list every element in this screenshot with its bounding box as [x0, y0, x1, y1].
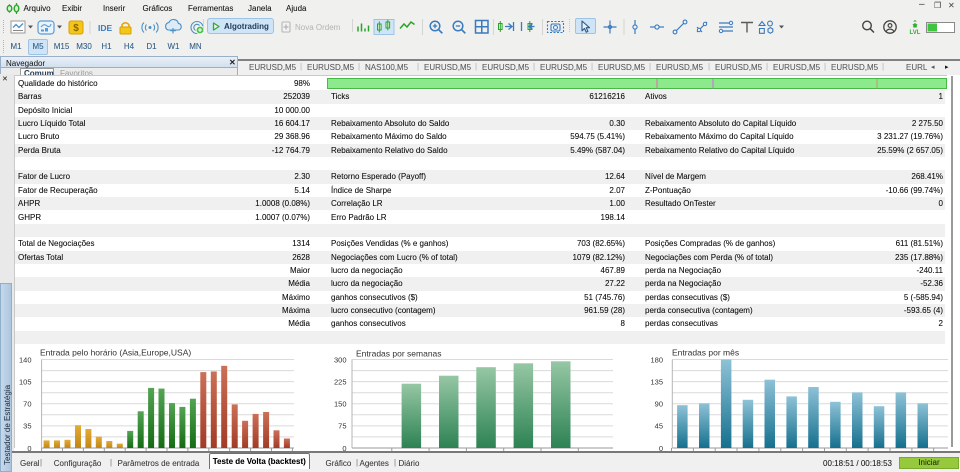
- svg-text:135: 135: [650, 377, 663, 386]
- svg-text:90: 90: [655, 400, 663, 409]
- svg-text:Entrada pelo horário (Asia,Eur: Entrada pelo horário (Asia,Europe,USA): [40, 348, 191, 358]
- svg-text:Entradas por mês: Entradas por mês: [672, 348, 739, 358]
- svg-text:180: 180: [650, 355, 663, 364]
- svg-text:75: 75: [338, 422, 346, 431]
- svg-text:45: 45: [655, 422, 663, 431]
- svg-text:70: 70: [23, 400, 31, 409]
- svg-text:35: 35: [23, 422, 31, 431]
- svg-text:105: 105: [19, 377, 32, 386]
- svg-text:140: 140: [19, 355, 32, 364]
- svg-text:150: 150: [334, 400, 347, 409]
- svg-text:Entradas por semanas: Entradas por semanas: [356, 349, 442, 359]
- svg-text:225: 225: [334, 377, 347, 386]
- svg-text:300: 300: [334, 355, 347, 364]
